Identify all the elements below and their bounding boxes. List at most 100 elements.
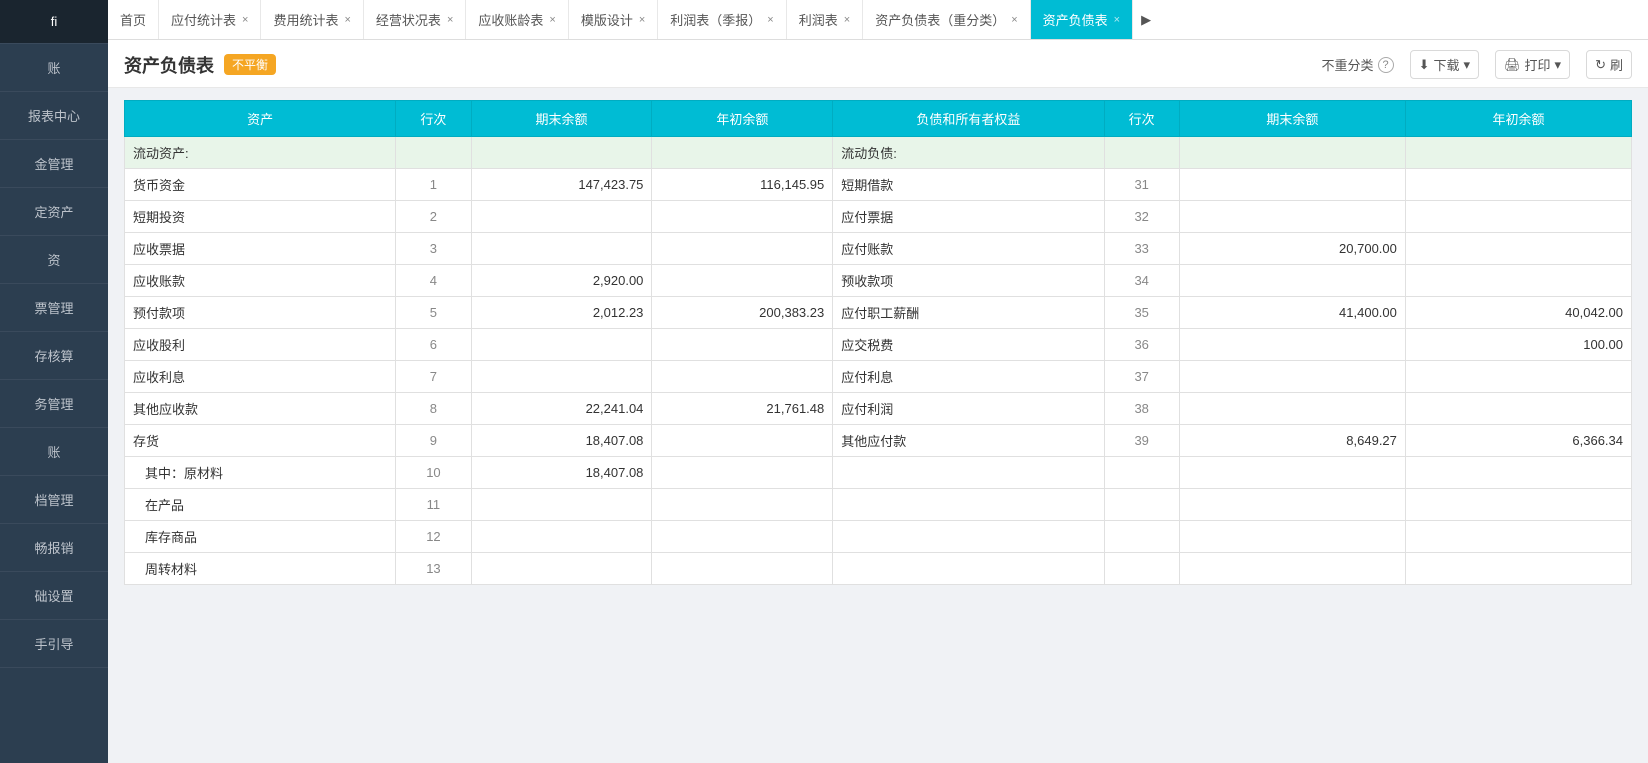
- table-row: 预付款项 5 2,012.23 200,383.23 应付职工薪酬 35 41,…: [125, 297, 1632, 329]
- left-end-balance: 2,920.00: [471, 265, 652, 297]
- tab-label-4: 应收账龄表: [478, 10, 543, 29]
- right-row-num: [1104, 521, 1179, 553]
- left-begin-balance: [652, 425, 833, 457]
- sidebar-item-13[interactable]: 手引导: [0, 620, 108, 668]
- right-label: 应付利息: [833, 361, 1104, 393]
- right-begin-balance: 40,042.00: [1405, 297, 1631, 329]
- left-begin-balance: [652, 457, 833, 489]
- table-row: 货币资金 1 147,423.75 116,145.95 短期借款 31: [125, 169, 1632, 201]
- left-end-balance: [471, 489, 652, 521]
- classification-label[interactable]: 不重分类 ?: [1322, 55, 1394, 74]
- left-begin-balance: 116,145.95: [652, 169, 833, 201]
- sidebar-item-0[interactable]: fi: [0, 0, 108, 44]
- right-begin-balance: [1405, 169, 1631, 201]
- tab-close-4[interactable]: ×: [549, 14, 555, 26]
- tab-item-1[interactable]: 应付统计表×: [159, 0, 261, 40]
- table-row: 流动资产: 流动负债:: [125, 137, 1632, 169]
- refresh-button[interactable]: ↻ 刷: [1586, 50, 1632, 79]
- left-end-balance: [471, 233, 652, 265]
- left-begin-balance: [652, 361, 833, 393]
- sidebar-item-11[interactable]: 畅报销: [0, 524, 108, 572]
- tab-label-7: 利润表: [799, 10, 838, 29]
- left-row-num: 4: [396, 265, 471, 297]
- right-label: [833, 521, 1104, 553]
- tab-label-8: 资产负债表（重分类）: [875, 10, 1005, 29]
- left-label: 应收票据: [125, 233, 396, 265]
- left-end-balance: 18,407.08: [471, 425, 652, 457]
- sidebar-item-12[interactable]: 础设置: [0, 572, 108, 620]
- left-label: 预付款项: [125, 297, 396, 329]
- table-row: 应收账款 4 2,920.00 预收款项 34: [125, 265, 1632, 297]
- tab-close-9[interactable]: ×: [1114, 14, 1120, 26]
- download-button[interactable]: ⬇ 下载 ▾: [1410, 50, 1479, 79]
- tab-label-3: 经营状况表: [376, 10, 441, 29]
- tab-close-2[interactable]: ×: [344, 14, 350, 26]
- tab-item-5[interactable]: 模版设计×: [569, 0, 658, 40]
- section-left-begin: [652, 137, 833, 169]
- sidebar-item-6[interactable]: 票管理: [0, 284, 108, 332]
- tab-label-6: 利润表（季报）: [670, 10, 761, 29]
- tab-item-0[interactable]: 首页: [108, 0, 159, 40]
- tab-close-1[interactable]: ×: [242, 14, 248, 26]
- right-label: 预收款项: [833, 265, 1104, 297]
- tab-item-6[interactable]: 利润表（季报） ×: [658, 0, 786, 40]
- print-button[interactable]: 🖨 打印 ▾: [1495, 50, 1570, 79]
- right-end-balance: [1179, 265, 1405, 297]
- right-label: 应付职工薪酬: [833, 297, 1104, 329]
- right-row-num: 33: [1104, 233, 1179, 265]
- sidebar-item-3[interactable]: 金管理: [0, 140, 108, 188]
- tab-close-8[interactable]: ×: [1011, 14, 1017, 26]
- right-begin-balance: [1405, 361, 1631, 393]
- tab-close-6[interactable]: ×: [767, 14, 773, 26]
- sidebar-item-10[interactable]: 档管理: [0, 476, 108, 524]
- sidebar-item-9[interactable]: 账: [0, 428, 108, 476]
- section-left-row: [396, 137, 471, 169]
- tab-label-9: 资产负债表: [1043, 10, 1108, 29]
- tab-close-3[interactable]: ×: [447, 14, 453, 26]
- right-end-balance: 8,649.27: [1179, 425, 1405, 457]
- chevron-down-icon: ▾: [1463, 57, 1470, 73]
- tab-item-4[interactable]: 应收账龄表 ×: [466, 0, 568, 40]
- right-label: 其他应付款: [833, 425, 1104, 457]
- left-end-balance: [471, 553, 652, 585]
- download-icon: ⬇: [1419, 57, 1430, 73]
- right-label: 应付票据: [833, 201, 1104, 233]
- right-label: 短期借款: [833, 169, 1104, 201]
- table-row: 存货 9 18,407.08 其他应付款 39 8,649.27 6,366.3…: [125, 425, 1632, 457]
- left-row-num: 10: [396, 457, 471, 489]
- tab-item-8[interactable]: 资产负债表（重分类） ×: [863, 0, 1030, 40]
- refresh-icon: ↻: [1595, 57, 1606, 73]
- table-row: 其他应收款 8 22,241.04 21,761.48 应付利润 38: [125, 393, 1632, 425]
- tab-item-3[interactable]: 经营状况表 ×: [364, 0, 466, 40]
- right-row-num: 34: [1104, 265, 1179, 297]
- tab-item-9[interactable]: 资产负债表 ×: [1031, 0, 1133, 40]
- col-row-num-left: 行次: [396, 101, 471, 137]
- col-row-num-right: 行次: [1104, 101, 1179, 137]
- left-begin-balance: 21,761.48: [652, 393, 833, 425]
- sidebar-item-4[interactable]: 定资产: [0, 188, 108, 236]
- tab-item-2[interactable]: 费用统计表×: [261, 0, 363, 40]
- sidebar-item-8[interactable]: 务管理: [0, 380, 108, 428]
- section-right-begin: [1405, 137, 1631, 169]
- right-end-balance: [1179, 169, 1405, 201]
- right-begin-balance: [1405, 201, 1631, 233]
- sidebar-item-1[interactable]: 账: [0, 44, 108, 92]
- right-begin-balance: 100.00: [1405, 329, 1631, 361]
- left-end-balance: 18,407.08: [471, 457, 652, 489]
- sidebar-item-7[interactable]: 存核算: [0, 332, 108, 380]
- tab-nav-right[interactable]: ▶: [1133, 0, 1159, 40]
- right-end-balance: [1179, 489, 1405, 521]
- sidebar-item-5[interactable]: 资: [0, 236, 108, 284]
- left-begin-balance: [652, 489, 833, 521]
- sidebar-item-2[interactable]: 报表中心: [0, 92, 108, 140]
- table-row: 在产品 11: [125, 489, 1632, 521]
- left-end-balance: [471, 201, 652, 233]
- left-begin-balance: [652, 329, 833, 361]
- sidebar: fi账报表中心金管理定资产资票管理存核算务管理账档管理畅报销础设置手引导: [0, 0, 108, 763]
- left-begin-balance: [652, 265, 833, 297]
- right-label: 应付账款: [833, 233, 1104, 265]
- tab-item-7[interactable]: 利润表 ×: [787, 0, 863, 40]
- tab-close-5[interactable]: ×: [639, 14, 645, 26]
- tab-close-7[interactable]: ×: [844, 14, 850, 26]
- right-label: [833, 553, 1104, 585]
